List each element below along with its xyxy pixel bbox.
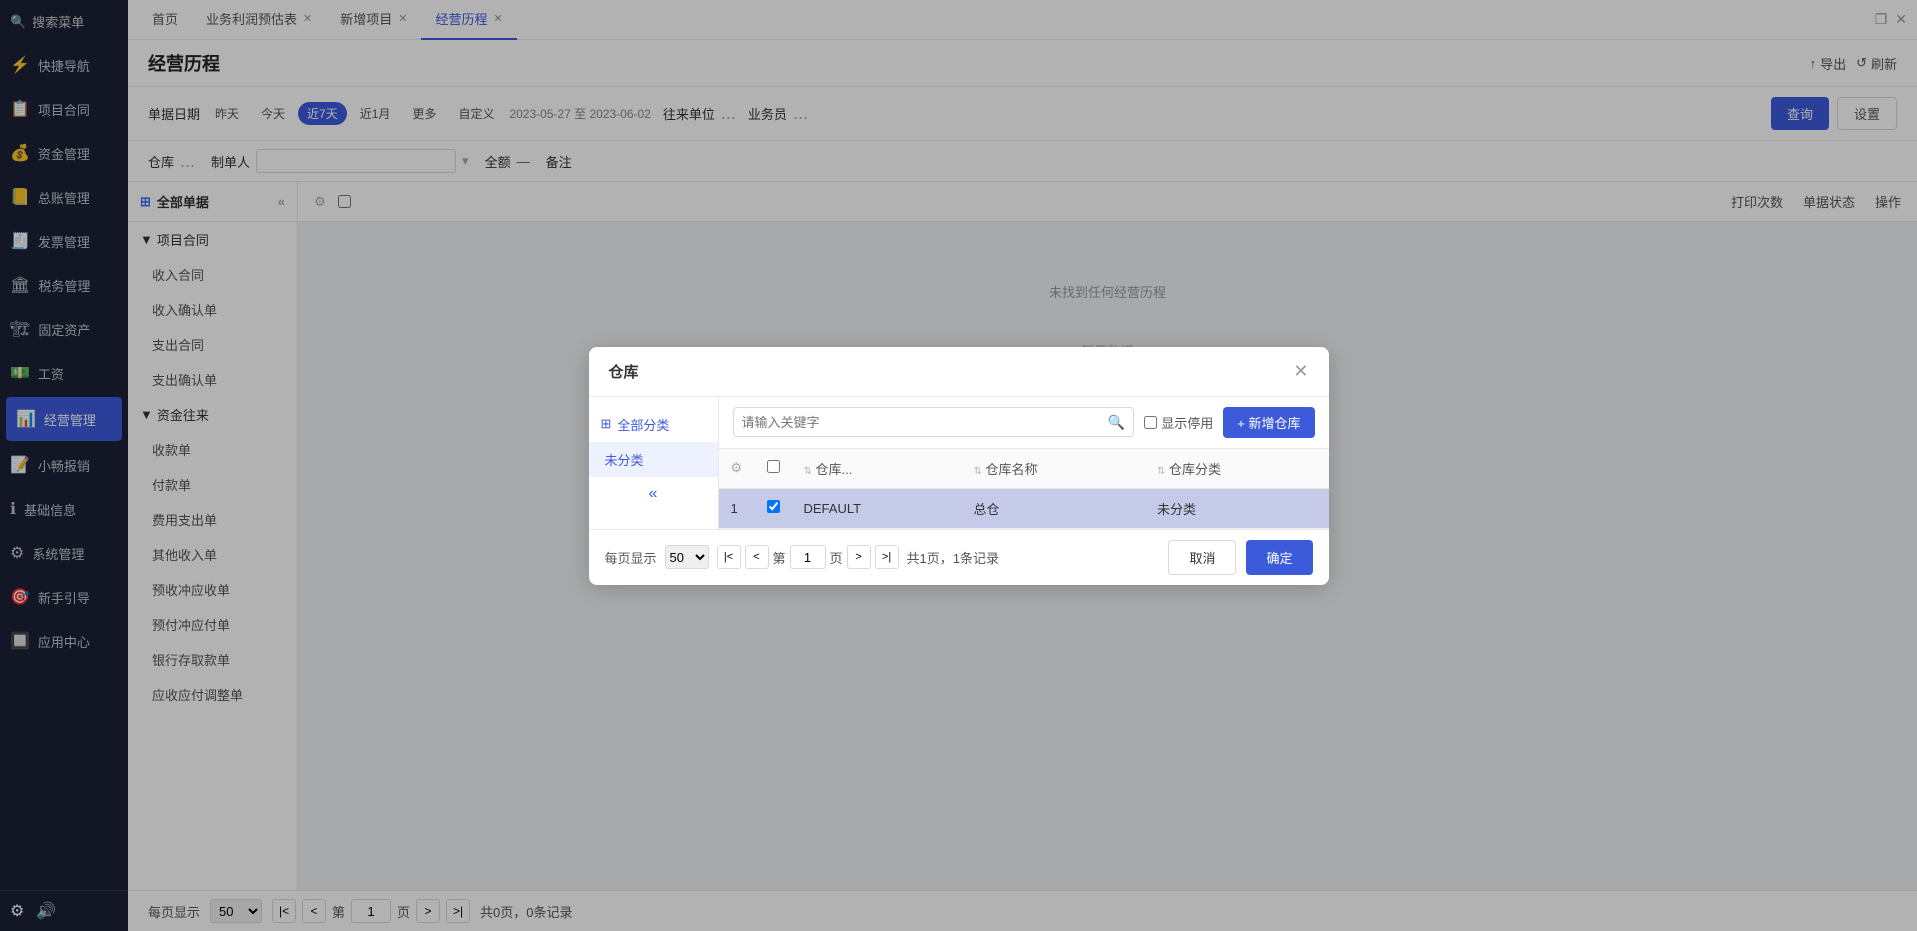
dialog-pagination: 每页显示 50 100 |< < 第 页 > >| 共1页，1条记录 — [605, 545, 1000, 569]
dialog-left-all-label: 全部分类 — [617, 415, 669, 434]
dialog-page-label: 第 — [773, 548, 786, 567]
search-input[interactable] — [742, 415, 1102, 430]
dialog-left-uncategorized[interactable]: 未分类 — [589, 442, 718, 477]
cancel-button[interactable]: 取消 — [1168, 540, 1236, 575]
dialog-actions: 取消 确定 — [1168, 540, 1312, 575]
show-disabled-label[interactable]: 显示停用 — [1144, 413, 1213, 432]
collapse-left-icon: « — [649, 485, 658, 503]
dialog-total-info: 共1页，1条记录 — [907, 548, 999, 567]
dialog-left-panel: ⊞ 全部分类 未分类 « — [589, 397, 719, 529]
table-select-all[interactable] — [767, 460, 780, 473]
dialog-header: 仓库 ✕ — [589, 347, 1329, 397]
th-category: ⇅ 仓库分类 — [1145, 449, 1329, 489]
dialog-page-suffix: 页 — [830, 548, 843, 567]
show-disabled-text: 显示停用 — [1161, 413, 1213, 432]
sort-icon: ⇅ — [804, 466, 812, 477]
dialog-pag-buttons: |< < 第 页 > >| — [717, 545, 899, 569]
sort-icon-cat: ⇅ — [1157, 466, 1165, 477]
confirm-button[interactable]: 确定 — [1246, 540, 1312, 575]
dialog-toolbar: 🔍 显示停用 + 新增仓库 — [719, 397, 1329, 449]
search-icon: 🔍 — [1108, 414, 1125, 431]
dialog-prev-page[interactable]: < — [745, 545, 769, 569]
sort-icon-name: ⇅ — [974, 466, 982, 477]
dialog-table: ⚙ ⇅ 仓库... ⇅ — [719, 449, 1329, 529]
dialog-close-icon[interactable]: ✕ — [1293, 361, 1308, 382]
th-code-label: 仓库... — [816, 462, 853, 477]
row-checkbox-cell — [755, 488, 792, 528]
table-row[interactable]: 1 DEFAULT 总仓 未分类 — [719, 488, 1329, 528]
search-box: 🔍 — [733, 407, 1135, 437]
dialog-next-page[interactable]: > — [847, 545, 871, 569]
dialog-footer: 每页显示 50 100 |< < 第 页 > >| 共1页，1条记录 取消 — [589, 529, 1329, 585]
dialog-left-scroll: 未分类 — [589, 442, 718, 477]
dialog-title: 仓库 — [609, 361, 639, 382]
per-page-label: 每页显示 — [605, 548, 657, 567]
row-category: 未分类 — [1145, 488, 1329, 528]
dialog-page-input[interactable] — [790, 545, 826, 569]
grid-icon: ⊞ — [601, 416, 612, 432]
per-page-select-dialog[interactable]: 50 100 — [665, 545, 709, 569]
th-name-label: 仓库名称 — [986, 462, 1038, 477]
dialog-first-page[interactable]: |< — [717, 545, 741, 569]
dialog-left-collapse[interactable]: « — [589, 477, 718, 511]
th-code: ⇅ 仓库... — [792, 449, 962, 489]
show-disabled-checkbox[interactable] — [1144, 416, 1157, 429]
warehouse-table: ⚙ ⇅ 仓库... ⇅ — [719, 449, 1329, 529]
dialog-last-page[interactable]: >| — [875, 545, 899, 569]
table-header-row: ⚙ ⇅ 仓库... ⇅ — [719, 449, 1329, 489]
row-code: DEFAULT — [792, 488, 962, 528]
warehouse-dialog: 仓库 ✕ ⊞ 全部分类 未分类 « — [589, 347, 1329, 585]
row-checkbox[interactable] — [767, 500, 780, 513]
row-id: 1 — [719, 488, 755, 528]
th-name: ⇅ 仓库名称 — [962, 449, 1145, 489]
th-checkbox — [755, 449, 792, 489]
th-settings: ⚙ — [719, 449, 755, 489]
dialog-body: ⊞ 全部分类 未分类 « 🔍 — [589, 397, 1329, 529]
warehouse-table-body: 1 DEFAULT 总仓 未分类 — [719, 488, 1329, 528]
add-warehouse-button[interactable]: + 新增仓库 — [1223, 407, 1314, 438]
row-name: 总仓 — [962, 488, 1145, 528]
dialog-left-all[interactable]: ⊞ 全部分类 — [589, 407, 718, 442]
th-category-label: 仓库分类 — [1169, 462, 1221, 477]
th-gear-icon[interactable]: ⚙ — [731, 460, 743, 475]
modal-overlay[interactable]: 仓库 ✕ ⊞ 全部分类 未分类 « — [0, 0, 1917, 931]
dialog-right-panel: 🔍 显示停用 + 新增仓库 ⚙ — [719, 397, 1329, 529]
